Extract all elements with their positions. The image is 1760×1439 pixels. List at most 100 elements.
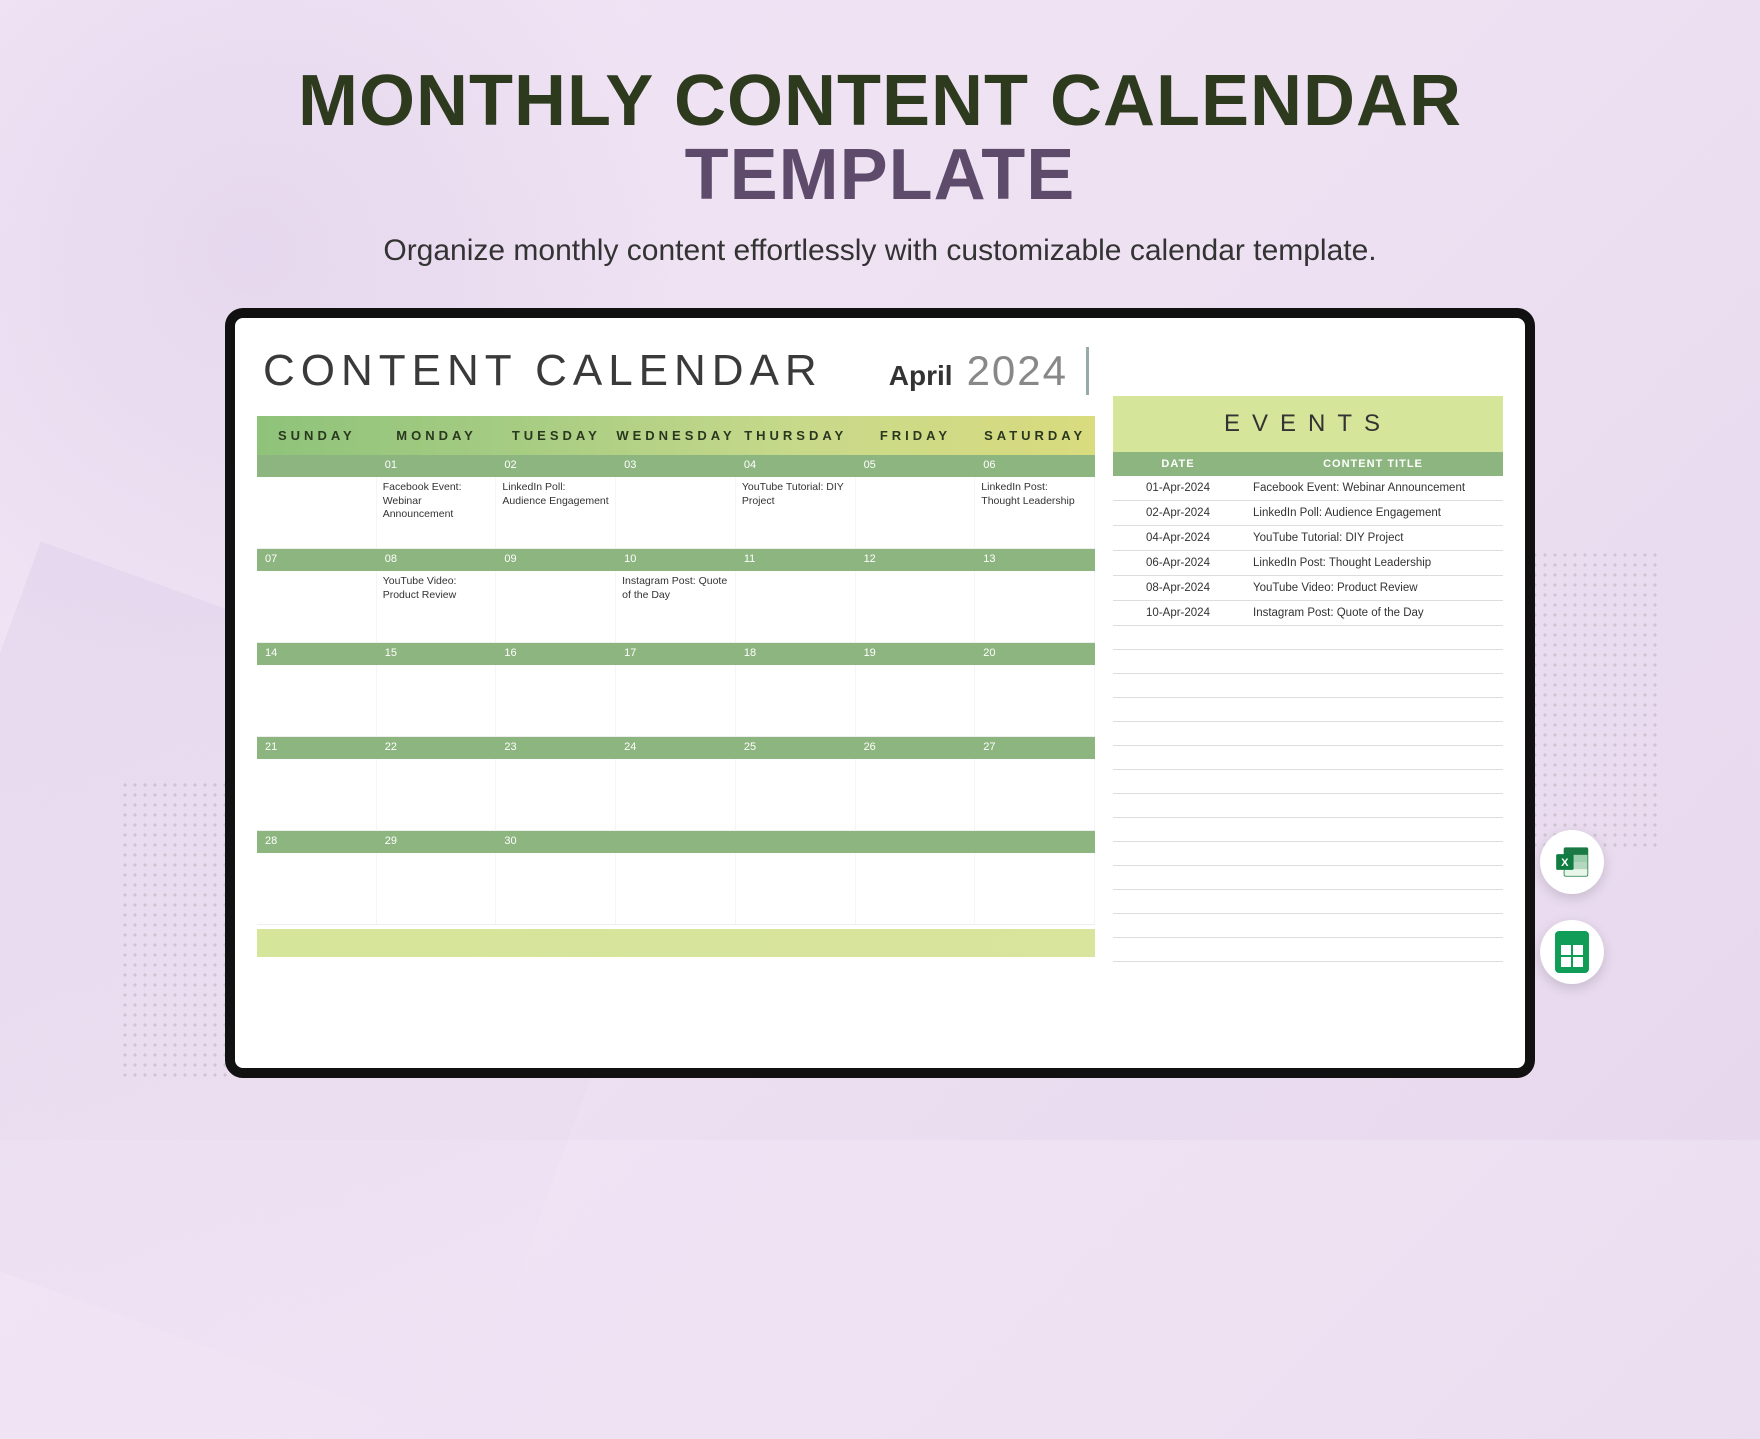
date-cell[interactable]: 09 bbox=[496, 549, 616, 571]
subtitle: Organize monthly content effortlessly wi… bbox=[0, 234, 1760, 268]
date-cell[interactable] bbox=[856, 831, 976, 853]
date-cell[interactable]: 01 bbox=[377, 455, 497, 477]
date-cell[interactable]: 24 bbox=[616, 737, 736, 759]
day-header: MONDAY bbox=[377, 416, 497, 455]
content-cell[interactable] bbox=[975, 853, 1095, 924]
date-cell[interactable]: 14 bbox=[257, 643, 377, 665]
month-year: April 2024 bbox=[889, 347, 1089, 395]
day-header: FRIDAY bbox=[856, 416, 976, 455]
content-cell[interactable] bbox=[975, 759, 1095, 830]
excel-badge[interactable]: X bbox=[1540, 830, 1604, 894]
date-cell[interactable]: 29 bbox=[377, 831, 497, 853]
date-cell[interactable]: 19 bbox=[856, 643, 976, 665]
date-cell[interactable]: 08 bbox=[377, 549, 497, 571]
content-cell[interactable]: Facebook Event: Webinar Announcement bbox=[377, 477, 497, 548]
events-col-date: DATE bbox=[1113, 452, 1243, 476]
empty-event-line bbox=[1113, 626, 1503, 650]
date-cell[interactable]: 05 bbox=[856, 455, 976, 477]
content-cell[interactable] bbox=[616, 477, 736, 548]
event-date: 08-Apr-2024 bbox=[1113, 576, 1243, 600]
content-cell[interactable] bbox=[736, 759, 856, 830]
content-cell[interactable] bbox=[496, 571, 616, 642]
empty-event-line bbox=[1113, 650, 1503, 674]
date-cell[interactable]: 12 bbox=[856, 549, 976, 571]
event-row: 08-Apr-2024YouTube Video: Product Review bbox=[1113, 576, 1503, 601]
empty-event-line bbox=[1113, 890, 1503, 914]
empty-event-line bbox=[1113, 746, 1503, 770]
content-cell[interactable] bbox=[616, 853, 736, 924]
date-cell[interactable]: 02 bbox=[496, 455, 616, 477]
date-cell[interactable]: 03 bbox=[616, 455, 736, 477]
date-cell[interactable]: 18 bbox=[736, 643, 856, 665]
empty-event-line bbox=[1113, 914, 1503, 938]
content-cell[interactable]: YouTube Video: Product Review bbox=[377, 571, 497, 642]
date-cell[interactable]: 04 bbox=[736, 455, 856, 477]
content-cell[interactable] bbox=[856, 853, 976, 924]
date-cell[interactable]: 25 bbox=[736, 737, 856, 759]
date-cell[interactable]: 11 bbox=[736, 549, 856, 571]
empty-event-line bbox=[1113, 866, 1503, 890]
content-cell[interactable] bbox=[616, 759, 736, 830]
calendar-header: CONTENT CALENDAR April 2024 bbox=[257, 338, 1095, 416]
date-cell[interactable] bbox=[616, 831, 736, 853]
date-cell[interactable]: 26 bbox=[856, 737, 976, 759]
date-cell[interactable]: 22 bbox=[377, 737, 497, 759]
content-cell[interactable] bbox=[856, 477, 976, 548]
content-cell[interactable]: LinkedIn Post: Thought Leadership bbox=[975, 477, 1095, 548]
excel-icon: X bbox=[1553, 843, 1591, 881]
date-cell[interactable]: 20 bbox=[975, 643, 1095, 665]
content-cell[interactable] bbox=[377, 853, 497, 924]
sheets-badge[interactable] bbox=[1540, 920, 1604, 984]
svg-text:X: X bbox=[1561, 857, 1569, 869]
date-cell[interactable]: 28 bbox=[257, 831, 377, 853]
content-cell[interactable]: YouTube Tutorial: DIY Project bbox=[736, 477, 856, 548]
date-cell[interactable]: 13 bbox=[975, 549, 1095, 571]
content-cell[interactable]: Instagram Post: Quote of the Day bbox=[616, 571, 736, 642]
date-cell[interactable]: 07 bbox=[257, 549, 377, 571]
content-cell[interactable] bbox=[736, 571, 856, 642]
date-cell[interactable]: 15 bbox=[377, 643, 497, 665]
date-cell[interactable]: 16 bbox=[496, 643, 616, 665]
content-cell[interactable] bbox=[257, 853, 377, 924]
event-row: 10-Apr-2024Instagram Post: Quote of the … bbox=[1113, 601, 1503, 626]
day-header: THURSDAY bbox=[736, 416, 856, 455]
content-cell[interactable] bbox=[496, 759, 616, 830]
calendar-footer-row bbox=[257, 929, 1095, 957]
screen: CONTENT CALENDAR April 2024 SUNDAYMONDAY… bbox=[235, 318, 1525, 1068]
content-cell[interactable] bbox=[856, 759, 976, 830]
content-cell[interactable] bbox=[616, 665, 736, 736]
content-cell[interactable] bbox=[736, 853, 856, 924]
date-row: 282930 bbox=[257, 831, 1095, 853]
content-cell[interactable] bbox=[496, 665, 616, 736]
content-row: Facebook Event: Webinar AnnouncementLink… bbox=[257, 477, 1095, 549]
content-cell[interactable] bbox=[975, 665, 1095, 736]
content-cell[interactable] bbox=[377, 759, 497, 830]
content-cell[interactable] bbox=[257, 759, 377, 830]
year-label: 2024 bbox=[967, 347, 1068, 395]
content-cell[interactable] bbox=[257, 571, 377, 642]
date-cell[interactable]: 27 bbox=[975, 737, 1095, 759]
content-cell[interactable]: LinkedIn Poll: Audience Engagement bbox=[496, 477, 616, 548]
calendar-panel: CONTENT CALENDAR April 2024 SUNDAYMONDAY… bbox=[257, 338, 1095, 1048]
date-cell[interactable] bbox=[257, 455, 377, 477]
content-cell[interactable] bbox=[257, 477, 377, 548]
content-cell[interactable] bbox=[496, 853, 616, 924]
date-cell[interactable]: 06 bbox=[975, 455, 1095, 477]
date-cell[interactable] bbox=[975, 831, 1095, 853]
content-cell[interactable] bbox=[257, 665, 377, 736]
date-cell[interactable]: 17 bbox=[616, 643, 736, 665]
title-line-1: MONTHLY CONTENT CALENDAR bbox=[0, 60, 1760, 142]
date-cell[interactable]: 30 bbox=[496, 831, 616, 853]
content-row bbox=[257, 665, 1095, 737]
content-cell[interactable] bbox=[856, 665, 976, 736]
events-panel: EVENTS DATE CONTENT TITLE 01-Apr-2024Fac… bbox=[1113, 338, 1503, 1048]
content-cell[interactable] bbox=[856, 571, 976, 642]
content-cell[interactable] bbox=[975, 571, 1095, 642]
date-cell[interactable] bbox=[736, 831, 856, 853]
content-cell[interactable] bbox=[377, 665, 497, 736]
date-cell[interactable]: 23 bbox=[496, 737, 616, 759]
days-header: SUNDAYMONDAYTUESDAYWEDNESDAYTHURSDAYFRID… bbox=[257, 416, 1095, 455]
date-cell[interactable]: 21 bbox=[257, 737, 377, 759]
content-cell[interactable] bbox=[736, 665, 856, 736]
date-cell[interactable]: 10 bbox=[616, 549, 736, 571]
